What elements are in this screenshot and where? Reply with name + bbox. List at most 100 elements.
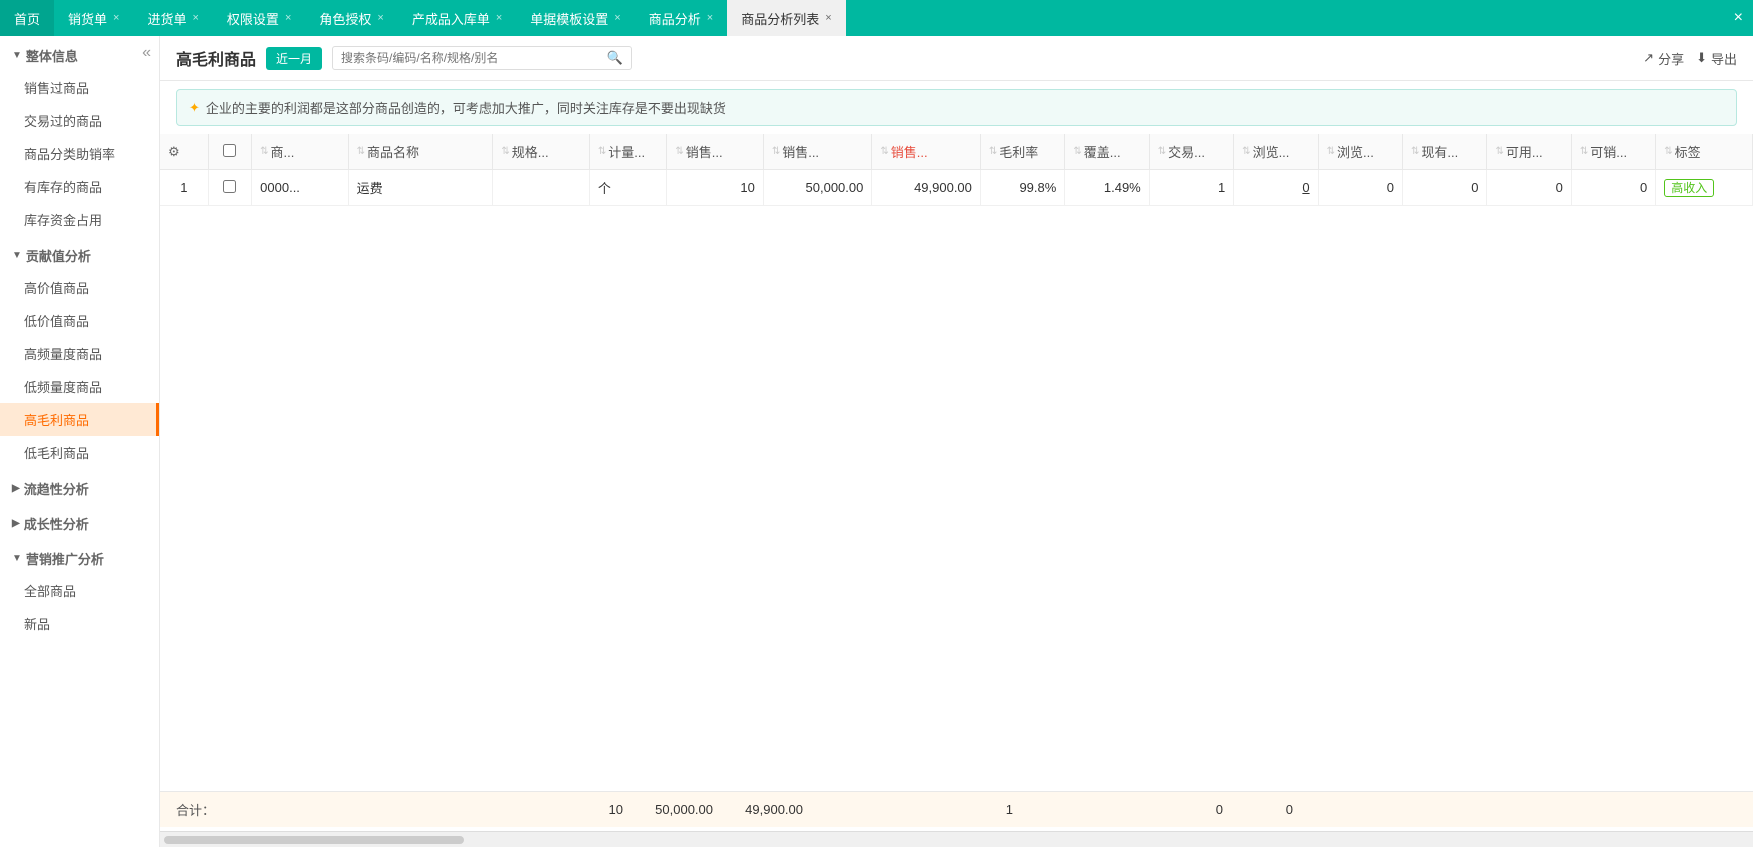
browse1-link[interactable]: 0 [1302, 180, 1309, 195]
sidebar-item-inventory-share[interactable]: 库存资金占用 [0, 203, 159, 236]
sort-icon-10: ⇅ [1158, 146, 1166, 157]
select-all-checkbox[interactable] [223, 144, 236, 157]
sidebar-group-overall-info[interactable]: ▼ 整体信息 [0, 36, 159, 71]
sidebar-item-stocked-products[interactable]: 有库存的商品 [0, 170, 159, 203]
cell-check[interactable] [208, 170, 251, 206]
content-area: 高毛利商品 近一月 🔍 ↗ 分享 ⬇ 导出 ✦ 企业的主要的利润都是这部分商品创… [160, 36, 1753, 847]
search-icon[interactable]: 🔍 [607, 50, 623, 66]
col-header-trans[interactable]: ⇅ 交易... [1149, 134, 1233, 170]
share-button[interactable]: ↗ 分享 [1643, 49, 1684, 68]
sort-icon: ⇅ [260, 146, 268, 157]
tab-role-permissions-close[interactable]: × [377, 12, 383, 24]
col-header-avail[interactable]: ⇅ 可用... [1487, 134, 1571, 170]
cell-sales-qty: 10 [667, 170, 763, 206]
col-header-code[interactable]: ⇅ 商... [252, 134, 348, 170]
tab-purchase-close[interactable]: × [192, 12, 198, 24]
cell-browse2: 0 [1318, 170, 1402, 206]
tab-permission-settings[interactable]: 权限设置 × [213, 0, 305, 36]
sort-icon-13: ⇅ [1411, 146, 1419, 157]
footer-spacer2 [391, 802, 471, 817]
col-header-browse2[interactable]: ⇅ 浏览... [1318, 134, 1402, 170]
col-header-tag[interactable]: ⇅ 标签 [1656, 134, 1753, 170]
sidebar-group-growth-analysis[interactable]: ▶ 成长性分析 [0, 504, 159, 539]
footer-sales-qty: 10 [551, 802, 631, 817]
tab-product-analysis[interactable]: 商品分析 × [635, 0, 727, 36]
sidebar-item-product-assist-rate[interactable]: 商品分类助销率 [0, 137, 159, 170]
footer-sales-amt: 50,000.00 [631, 802, 721, 817]
search-input[interactable] [341, 51, 607, 65]
sort-icon-5: ⇅ [675, 146, 683, 157]
footer-cells: 10 50,000.00 49,900.00 1 0 0 [231, 802, 1753, 817]
cell-cover: 1.49% [1065, 170, 1149, 206]
sidebar-item-high-margin[interactable]: 高毛利商品 [0, 403, 159, 436]
col-header-sales-qty[interactable]: ⇅ 销售... [667, 134, 763, 170]
footer-spacer [231, 802, 391, 817]
footer-sales-cost: 49,900.00 [721, 802, 811, 817]
sidebar-item-low-freq[interactable]: 低频量度商品 [0, 370, 159, 403]
col-header-sales-amt[interactable]: ⇅ 销售... [763, 134, 872, 170]
tab-purchase[interactable]: 进货单 × [133, 0, 212, 36]
col-header-browse1[interactable]: ⇅ 浏览... [1234, 134, 1318, 170]
settings-icon[interactable]: ⚙ [168, 144, 180, 160]
tab-home[interactable]: 首页 [0, 0, 54, 36]
sidebar-group-marketing-analysis[interactable]: ▼ 营销推广分析 [0, 539, 159, 574]
sort-icon-12: ⇅ [1327, 146, 1335, 157]
tab-product-entry[interactable]: 产成品入库单 × [398, 0, 516, 36]
tab-template-settings[interactable]: 单据模板设置 × [516, 0, 634, 36]
tab-product-analysis-list[interactable]: 商品分析列表 × [727, 0, 845, 36]
col-header-spec[interactable]: ⇅ 规格... [493, 134, 589, 170]
footer-stock: 0 [1161, 802, 1231, 817]
page-title: 高毛利商品 [176, 46, 256, 70]
col-header-gross-rate[interactable]: ⇅ 毛利率 [980, 134, 1064, 170]
col-header-sellable[interactable]: ⇅ 可销... [1571, 134, 1655, 170]
footer-spacer6 [1021, 802, 1091, 817]
tab-product-analysis-close[interactable]: × [707, 12, 713, 24]
col-header-check[interactable] [208, 134, 251, 170]
sidebar-item-high-freq[interactable]: 高频量度商品 [0, 337, 159, 370]
sidebar-item-traded-products[interactable]: 交易过的商品 [0, 104, 159, 137]
cell-seq: 1 [160, 170, 208, 206]
scrollbar-thumb[interactable] [164, 836, 464, 844]
sort-icon-15: ⇅ [1580, 146, 1588, 157]
tab-template-settings-close[interactable]: × [614, 12, 620, 24]
row-checkbox[interactable] [223, 180, 236, 193]
col-header-name[interactable]: ⇅ 商品名称 [348, 134, 493, 170]
sidebar-item-all-products[interactable]: 全部商品 [0, 574, 159, 607]
tab-sales-close[interactable]: × [113, 12, 119, 24]
close-all-button[interactable]: × [1734, 9, 1743, 27]
sidebar: « ▼ 整体信息 销售过商品 交易过的商品 商品分类助销率 有库存的商品 库存资… [0, 36, 160, 847]
sidebar-group-trend-analysis[interactable]: ▶ 流趋性分析 [0, 469, 159, 504]
tab-product-entry-close[interactable]: × [496, 12, 502, 24]
tab-product-analysis-list-close[interactable]: × [825, 12, 831, 24]
footer-spacer5 [881, 802, 951, 817]
col-header-unit[interactable]: ⇅ 计量... [589, 134, 666, 170]
col-header-cover[interactable]: ⇅ 覆盖... [1065, 134, 1149, 170]
sidebar-group-financial-analysis[interactable]: ▼ 贡献值分析 [0, 236, 159, 271]
cell-avail: 0 [1487, 170, 1571, 206]
footer-trans: 1 [951, 802, 1021, 817]
sidebar-item-low-value[interactable]: 低价值商品 [0, 304, 159, 337]
tag-badge: 高收入 [1664, 179, 1714, 197]
footer-row: 合计： 10 50,000.00 49,900.00 1 0 0 [160, 791, 1753, 827]
sidebar-item-sales-products[interactable]: 销售过商品 [0, 71, 159, 104]
arrow-down-icon: ▼ [12, 50, 22, 61]
sidebar-item-low-margin[interactable]: 低毛利商品 [0, 436, 159, 469]
sidebar-item-new-products[interactable]: 新品 [0, 607, 159, 640]
bottom-scrollbar[interactable] [160, 831, 1753, 847]
tab-role-permissions[interactable]: 角色授权 × [305, 0, 397, 36]
sort-icon-4: ⇅ [598, 146, 606, 157]
footer-spacer4 [811, 802, 881, 817]
tab-sales[interactable]: 销货单 × [54, 0, 133, 36]
export-button[interactable]: ⬇ 导出 [1696, 49, 1737, 68]
content-header: 高毛利商品 近一月 🔍 ↗ 分享 ⬇ 导出 [160, 36, 1753, 81]
arrow-down-icon-2: ▼ [12, 250, 22, 261]
col-header-stock[interactable]: ⇅ 现有... [1403, 134, 1487, 170]
table-row: 1 0000... 运费 [160, 170, 1753, 206]
sidebar-collapse-button[interactable]: « [142, 44, 151, 62]
col-header-sales-cost[interactable]: ⇅ 销售... [872, 134, 981, 170]
period-button[interactable]: 近一月 [266, 47, 322, 70]
info-banner: ✦ 企业的主要的利润都是这部分商品创造的，可考虑加大推广，同时关注库存是不要出现… [176, 89, 1737, 126]
sidebar-item-high-value[interactable]: 高价值商品 [0, 271, 159, 304]
footer-spacer3 [471, 802, 551, 817]
tab-permission-settings-close[interactable]: × [285, 12, 291, 24]
